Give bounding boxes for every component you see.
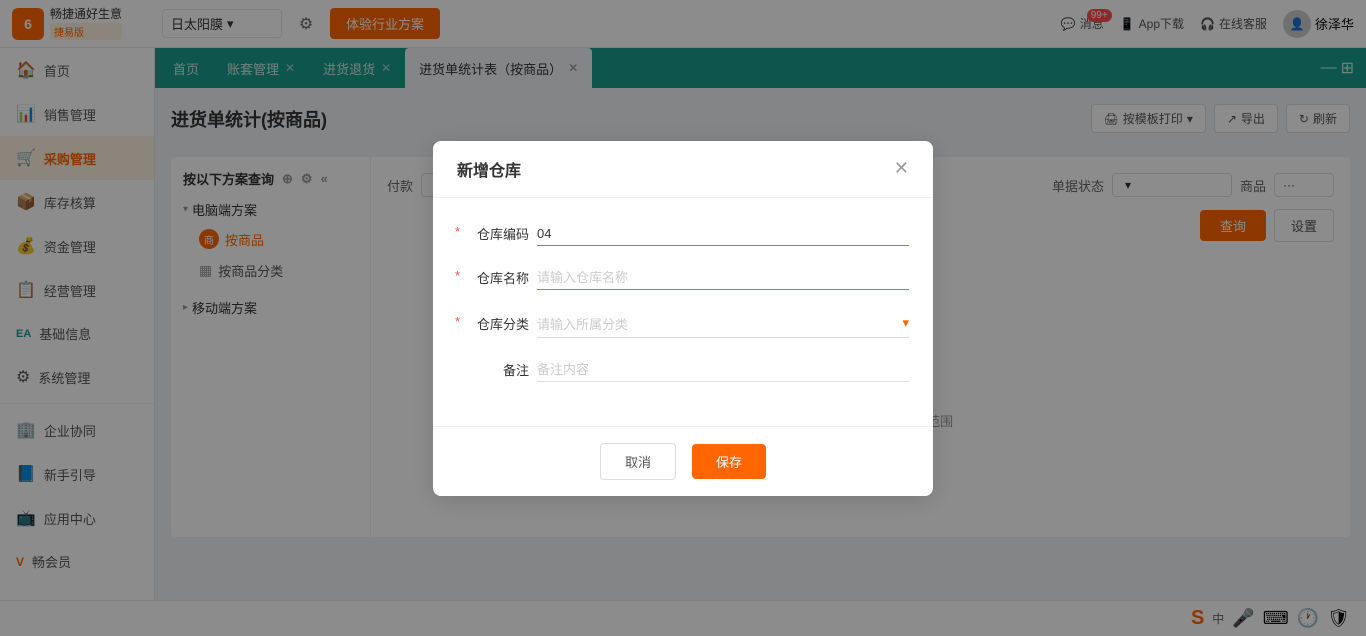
form-category-arrow: ▾ [902, 315, 909, 331]
save-button[interactable]: 保存 [692, 444, 766, 479]
cancel-button[interactable]: 取消 [600, 443, 676, 480]
modal-footer: 取消 保存 [433, 426, 933, 496]
form-name-input[interactable] [537, 266, 909, 290]
form-row-note: 备注 [457, 358, 909, 382]
form-code-input[interactable] [537, 222, 909, 246]
form-category-placeholder: 请输入所属分类 [537, 314, 628, 333]
form-note-label: 备注 [457, 360, 537, 379]
modal-close-icon[interactable]: ✕ [894, 158, 909, 179]
modal-new-warehouse: 新增仓库 ✕ 仓库编码 仓库名称 仓库分类 请输入所属分类 ▾ 备注 [433, 141, 933, 496]
modal-overlay[interactable]: 新增仓库 ✕ 仓库编码 仓库名称 仓库分类 请输入所属分类 ▾ 备注 [0, 0, 1366, 636]
modal-title: 新增仓库 [457, 157, 521, 181]
form-row-name: 仓库名称 [457, 266, 909, 290]
modal-header: 新增仓库 ✕ [433, 141, 933, 198]
form-row-code: 仓库编码 [457, 222, 909, 246]
form-code-label: 仓库编码 [457, 224, 537, 243]
form-category-label: 仓库分类 [457, 314, 537, 333]
form-name-label: 仓库名称 [457, 268, 537, 287]
form-note-input[interactable] [537, 358, 909, 382]
form-row-category: 仓库分类 请输入所属分类 ▾ [457, 310, 909, 338]
form-category-select[interactable]: 请输入所属分类 ▾ [537, 310, 909, 338]
modal-body: 仓库编码 仓库名称 仓库分类 请输入所属分类 ▾ 备注 [433, 198, 933, 426]
